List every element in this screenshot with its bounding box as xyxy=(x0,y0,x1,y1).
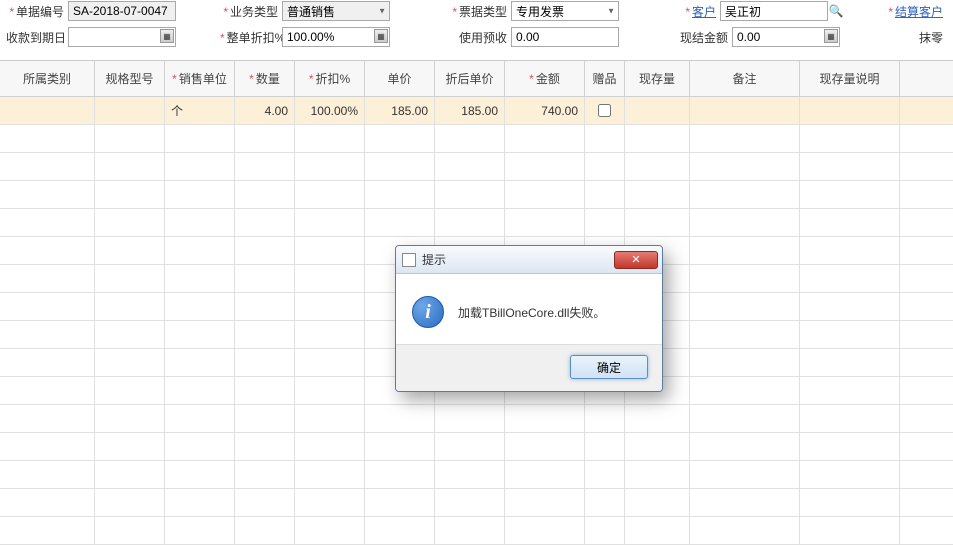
th-qty: *数量 xyxy=(235,61,295,96)
calc-icon-2[interactable]: ▦ xyxy=(824,29,838,43)
cell-price[interactable]: 185.00 xyxy=(365,97,435,124)
th-dprice: 折后单价 xyxy=(435,61,505,96)
table-row[interactable] xyxy=(0,461,953,489)
th-stock: 现存量 xyxy=(625,61,690,96)
th-stockdesc: 现存量说明 xyxy=(800,61,900,96)
cell-stock[interactable] xyxy=(625,97,690,124)
dialog-message: 加载TBillOneCore.dll失败。 xyxy=(458,304,605,321)
search-icon[interactable]: 🔍 xyxy=(828,2,844,20)
dialog-titlebar[interactable]: 提示 ✕ xyxy=(396,246,662,274)
cell-spec[interactable] xyxy=(95,97,165,124)
biz-type-select[interactable] xyxy=(282,1,390,21)
table-row[interactable] xyxy=(0,405,953,433)
table-row[interactable]: 个 4.00 100.00% 185.00 185.00 740.00 xyxy=(0,97,953,125)
doc-no-label: 单据编号 xyxy=(16,5,64,19)
cell-amount[interactable]: 740.00 xyxy=(505,97,585,124)
whole-discount-label: 整单折扣% xyxy=(227,31,286,45)
use-prepay-input[interactable] xyxy=(511,27,619,47)
use-prepay-label: 使用预收 xyxy=(459,31,507,45)
form-row-2: 收款到期日 ▦ *整单折扣% ▦ 使用预收 现结金额 ▦ 抹零 xyxy=(6,26,947,48)
table-row[interactable] xyxy=(0,489,953,517)
table-row[interactable] xyxy=(0,153,953,181)
customer-link[interactable]: 客户 xyxy=(692,5,716,19)
cell-remark[interactable] xyxy=(690,97,800,124)
cash-amount-label: 现结金额 xyxy=(680,31,728,45)
th-gift: 赠品 xyxy=(585,61,625,96)
cell-dprice[interactable]: 185.00 xyxy=(435,97,505,124)
table-row[interactable] xyxy=(0,433,953,461)
th-spec: 规格型号 xyxy=(95,61,165,96)
cell-category[interactable] xyxy=(0,97,95,124)
form-row-1: *单据编号 *业务类型 *票据类型 *客户 🔍 *结算客户 xyxy=(6,0,947,22)
th-amount: *金额 xyxy=(505,61,585,96)
dialog: 提示 ✕ i 加载TBillOneCore.dll失败。 确定 xyxy=(395,245,663,392)
grid-header: 所属类别 规格型号 *销售单位 *数量 *折扣% 单价 折后单价 *金额 赠品 … xyxy=(0,61,953,97)
dialog-footer: 确定 xyxy=(396,344,662,391)
dialog-body: i 加载TBillOneCore.dll失败。 xyxy=(396,274,662,344)
wipezero-label: 抹零 xyxy=(919,31,943,45)
cell-discount[interactable]: 100.00% xyxy=(295,97,365,124)
due-date-label: 收款到期日 xyxy=(6,31,66,45)
table-row[interactable] xyxy=(0,209,953,237)
cell-gift[interactable] xyxy=(585,97,625,124)
calc-icon[interactable]: ▦ xyxy=(374,29,388,43)
dialog-title-text: 提示 xyxy=(422,251,446,268)
th-unit: *销售单位 xyxy=(165,61,235,96)
customer-input[interactable] xyxy=(720,1,828,21)
gift-checkbox[interactable] xyxy=(598,104,611,117)
th-discount: *折扣% xyxy=(295,61,365,96)
invoice-type-select[interactable] xyxy=(511,1,619,21)
settle-customer-link[interactable]: 结算客户 xyxy=(895,5,943,19)
table-row[interactable] xyxy=(0,181,953,209)
form-area: *单据编号 *业务类型 *票据类型 *客户 🔍 *结算客户 收款到期日 ▦ *整… xyxy=(0,0,953,60)
info-icon: i xyxy=(412,296,444,328)
th-price: 单价 xyxy=(365,61,435,96)
table-row[interactable] xyxy=(0,517,953,545)
dialog-app-icon xyxy=(402,253,416,267)
biz-type-label: 业务类型 xyxy=(230,5,278,19)
cell-unit[interactable]: 个 xyxy=(165,97,235,124)
th-category: 所属类别 xyxy=(0,61,95,96)
cell-qty[interactable]: 4.00 xyxy=(235,97,295,124)
table-row[interactable] xyxy=(0,125,953,153)
calendar-icon[interactable]: ▦ xyxy=(160,29,174,43)
invoice-type-label: 票据类型 xyxy=(459,5,507,19)
ok-button[interactable]: 确定 xyxy=(570,355,648,379)
cell-stockdesc[interactable] xyxy=(800,97,900,124)
doc-no-input[interactable] xyxy=(68,1,176,21)
close-icon[interactable]: ✕ xyxy=(614,251,658,269)
th-remark: 备注 xyxy=(690,61,800,96)
